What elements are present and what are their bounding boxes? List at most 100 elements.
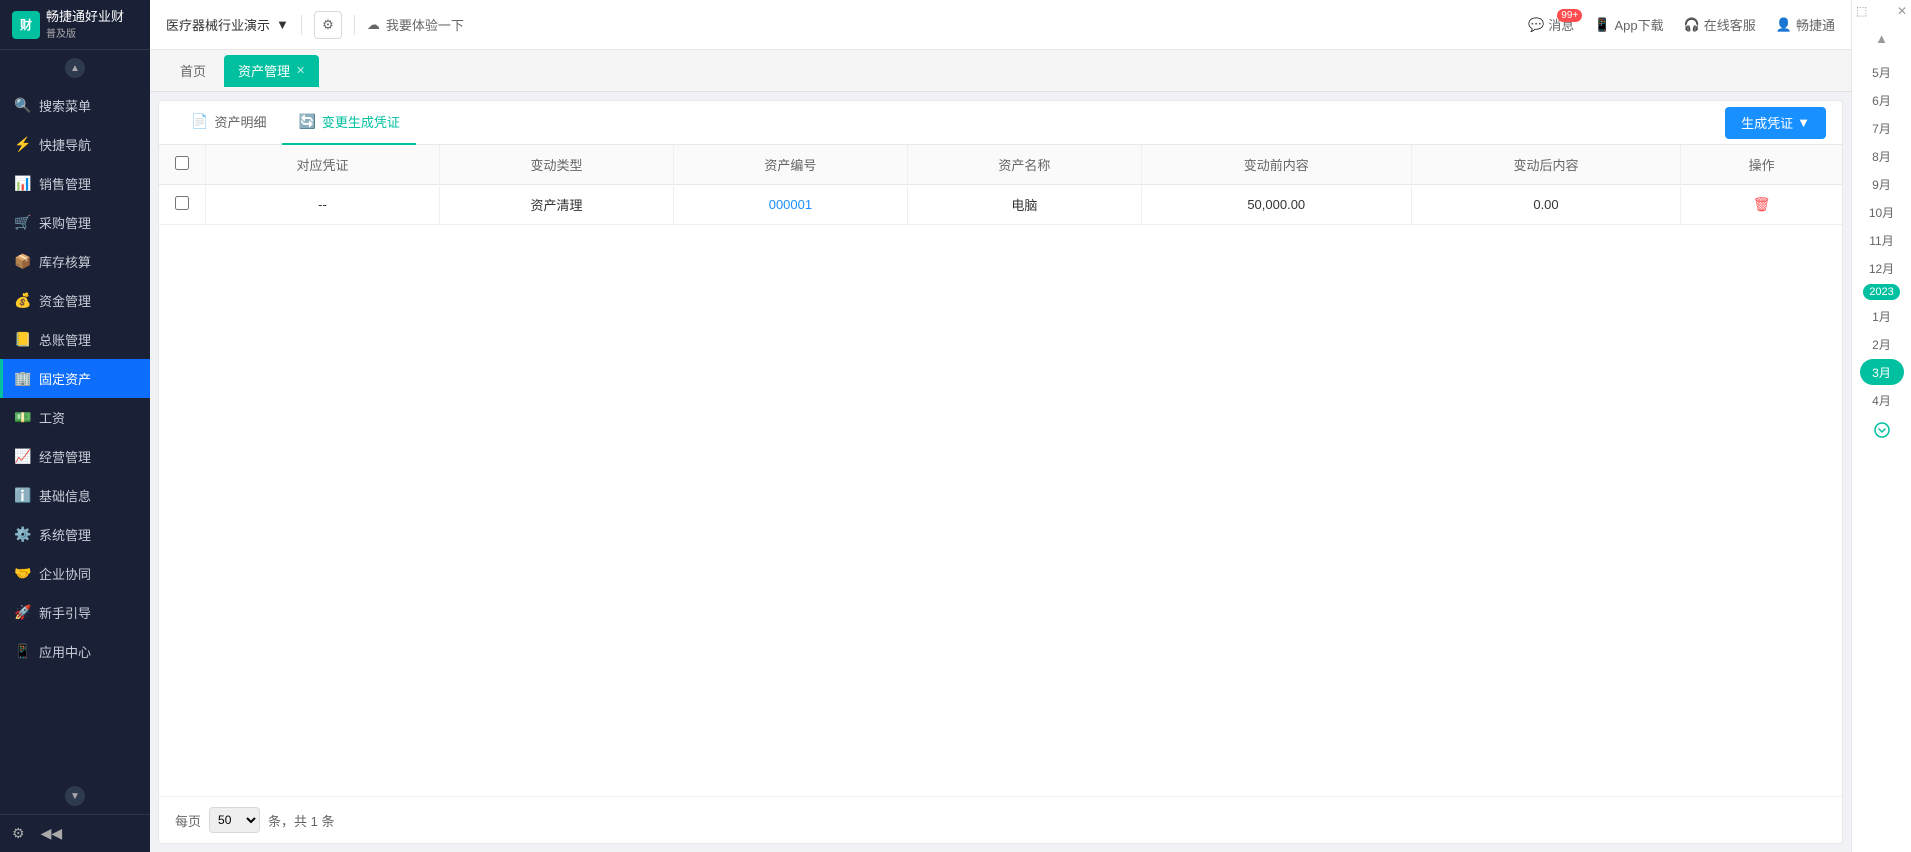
th-before-change: 变动前内容 — [1141, 145, 1411, 185]
delete-btn[interactable]: 🗑 — [1753, 196, 1771, 212]
quick-nav-label: 快捷导航 — [39, 135, 91, 154]
sidebar-scroll-up-btn[interactable]: ▲ — [65, 58, 85, 78]
calendar-month-7[interactable]: 7月 — [1860, 115, 1904, 141]
gear-button[interactable]: ⚙ — [314, 11, 342, 39]
customer-service-label: 在线客服 — [1704, 15, 1756, 34]
tabbar: 首页 资产管理 ✕ — [150, 50, 1851, 92]
logo-text: 畅捷通好业财 — [46, 9, 124, 25]
sales-icon: 📊 — [15, 176, 31, 192]
sidebar-item-inventory[interactable]: 📦 库存核算 — [0, 242, 150, 281]
tab-home[interactable]: 首页 — [166, 55, 220, 87]
calendar-expand-btn[interactable]: ⬚ — [1856, 4, 1867, 18]
row-asset-name: 电脑 — [907, 185, 1141, 225]
topbar: 医疗器械行业演示 ▼ ⚙ ☁ 我要体验一下 💬 消息 99+ 📱 App下载 🎧 — [150, 0, 1851, 50]
inventory-label: 库存核算 — [39, 252, 91, 271]
row-before-change: 50,000.00 — [1141, 185, 1411, 225]
sidebar-item-quick-nav[interactable]: ⚡ 快捷导航 — [0, 125, 150, 164]
user-avatar-btn[interactable]: 👤 畅捷通 — [1776, 15, 1835, 34]
calendar-month-3[interactable]: 3月 — [1860, 359, 1904, 385]
calendar-close-btn[interactable]: ✕ — [1897, 4, 1907, 18]
enterprise-icon: 🤝 — [15, 566, 31, 582]
calendar-month-5[interactable]: 5月 — [1860, 59, 1904, 85]
topbar-divider2 — [354, 15, 355, 35]
search-icon: 🔍 — [15, 98, 31, 114]
user-label: 畅捷通 — [1796, 15, 1835, 34]
per-page-select[interactable]: 50 20 100 — [209, 807, 260, 833]
row-after-change: 0.00 — [1411, 185, 1681, 225]
sidebar-item-operations[interactable]: 📈 经营管理 — [0, 437, 150, 476]
sidebar-item-sales[interactable]: 📊 销售管理 — [0, 164, 150, 203]
sidebar-item-fixed-assets[interactable]: 🏢 固定资产 — [0, 359, 150, 398]
row-action: 🗑 — [1681, 185, 1842, 225]
calendar-month-2[interactable]: 2月 — [1860, 331, 1904, 357]
sidebar-item-system[interactable]: ⚙️ 系统管理 — [0, 515, 150, 554]
sidebar-item-payroll[interactable]: 💵 工资 — [0, 398, 150, 437]
customer-service-btn[interactable]: 🎧 在线客服 — [1684, 15, 1756, 34]
select-all-checkbox[interactable] — [175, 156, 189, 170]
collapse-icon[interactable]: ◀◀ — [41, 825, 63, 842]
settings-icon[interactable]: ⚙ — [12, 825, 25, 842]
total-label: 条，共 1 条 — [268, 811, 334, 830]
sidebar-item-apps[interactable]: 📱 应用中心 — [0, 632, 150, 671]
headset-icon: 🎧 — [1684, 17, 1700, 33]
th-change-type: 变动类型 — [439, 145, 673, 185]
sidebar-item-purchase[interactable]: 🛒 采购管理 — [0, 203, 150, 242]
basic-info-label: 基础信息 — [39, 486, 91, 505]
sidebar-logo: 财 畅捷通好业财 普及版 — [0, 0, 150, 50]
sidebar-item-basic-info[interactable]: ℹ️ 基础信息 — [0, 476, 150, 515]
sidebar-item-search[interactable]: 🔍 搜索菜单 — [0, 86, 150, 125]
topbar-divider — [301, 15, 302, 35]
th-after-change: 变动后内容 — [1411, 145, 1681, 185]
basic-info-icon: ℹ️ — [15, 488, 31, 504]
th-voucher: 对应凭证 — [206, 145, 440, 185]
dropdown-arrow-icon: ▼ — [1797, 115, 1810, 130]
subtab-asset-detail[interactable]: 📄 资产明细 — [175, 101, 282, 145]
system-icon: ⚙️ — [15, 527, 31, 543]
tab-close-btn[interactable]: ✕ — [296, 64, 305, 77]
calendar-panel: ✕ ⬚ ▲ 5月 6月 7月 8月 9月 10月 11月 12月 2023 1月… — [1851, 0, 1911, 852]
row-select-cell — [159, 185, 206, 225]
calendar-scroll-up-btn[interactable]: ▲ — [1870, 26, 1894, 50]
calendar-month-8[interactable]: 8月 — [1860, 143, 1904, 169]
calendar-month-4[interactable]: 4月 — [1860, 387, 1904, 413]
sidebar-item-ledger[interactable]: 📒 总账管理 — [0, 320, 150, 359]
topbar-right: 💬 消息 99+ 📱 App下载 🎧 在线客服 👤 畅捷通 — [1528, 15, 1835, 34]
row-asset-number: 000001 — [673, 185, 907, 225]
sidebar-item-finance[interactable]: 💰 资金管理 — [0, 281, 150, 320]
sidebar-item-guide[interactable]: 🚀 新手引导 — [0, 593, 150, 632]
apps-icon: 📱 — [15, 644, 31, 660]
calendar-month-10[interactable]: 10月 — [1860, 199, 1904, 225]
sidebar-item-enterprise[interactable]: 🤝 企业协同 — [0, 554, 150, 593]
row-checkbox[interactable] — [175, 196, 189, 210]
purchase-icon: 🛒 — [15, 215, 31, 231]
calendar-month-6[interactable]: 6月 — [1860, 87, 1904, 113]
change-voucher-label: 变更生成凭证 — [322, 112, 400, 131]
change-voucher-icon: 🔄 — [298, 113, 315, 130]
pagination: 每页 50 20 100 条，共 1 条 — [159, 796, 1842, 843]
guide-icon: 🚀 — [15, 605, 31, 621]
generate-label: 生成凭证 — [1741, 113, 1793, 132]
app-download-label: App下载 — [1614, 15, 1663, 34]
sidebar-scroll-down-btn[interactable]: ▼ — [65, 786, 85, 806]
calendar-month-1[interactable]: 1月 — [1860, 303, 1904, 329]
subtab-change-voucher[interactable]: 🔄 变更生成凭证 — [282, 101, 415, 145]
calendar-month-12[interactable]: 12月 — [1860, 255, 1904, 281]
message-btn[interactable]: 💬 消息 99+ — [1528, 15, 1574, 34]
generate-voucher-btn[interactable]: 生成凭证 ▼ — [1725, 107, 1826, 139]
tab-asset-management[interactable]: 资产管理 ✕ — [224, 55, 319, 87]
fixed-assets-label: 固定资产 — [39, 369, 91, 388]
tab-home-label: 首页 — [180, 61, 206, 80]
calendar-scroll-down-btn[interactable] — [1870, 418, 1894, 442]
payroll-icon: 💵 — [15, 410, 31, 426]
year-badge-2023[interactable]: 2023 — [1863, 284, 1899, 300]
system-label: 系统管理 — [39, 525, 91, 544]
per-page-label: 每页 — [175, 811, 201, 830]
enterprise-label: 企业协同 — [39, 564, 91, 583]
table-header-row: 对应凭证 变动类型 资产编号 资产名称 变动前内容 变动后内容 操作 — [159, 145, 1842, 185]
subtabs: 📄 资产明细 🔄 变更生成凭证 生成凭证 ▼ — [159, 101, 1842, 145]
company-selector[interactable]: 医疗器械行业演示 ▼ — [166, 15, 289, 34]
calendar-month-9[interactable]: 9月 — [1860, 171, 1904, 197]
app-download-btn[interactable]: 📱 App下载 — [1594, 15, 1663, 34]
calendar-month-11[interactable]: 11月 — [1860, 227, 1904, 253]
experience-btn[interactable]: ☁ 我要体验一下 — [367, 15, 464, 34]
